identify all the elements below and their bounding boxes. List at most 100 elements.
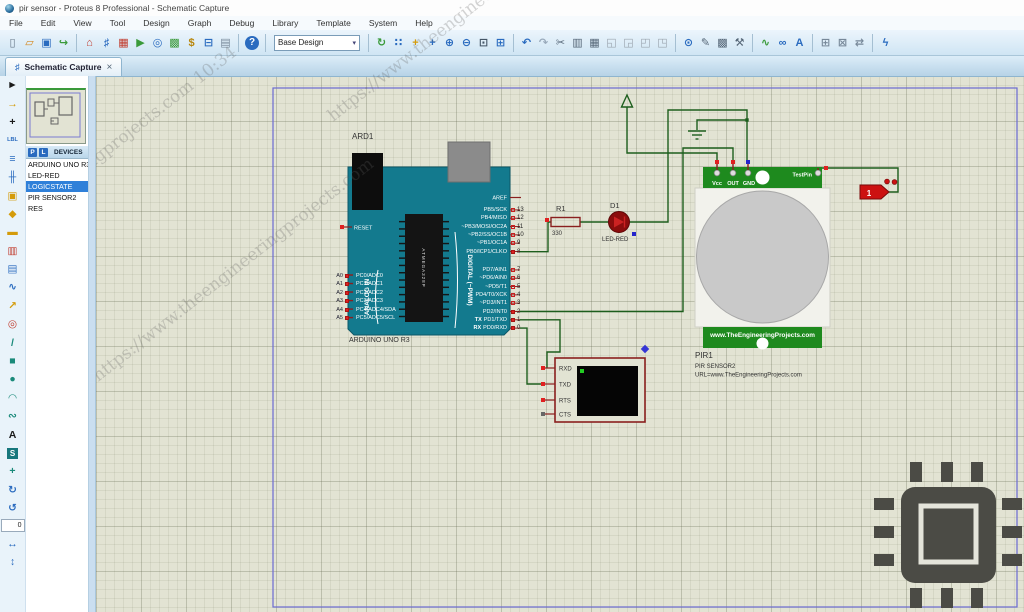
pick-devices-button[interactable]: P <box>28 148 37 157</box>
2d-line-mode-icon[interactable]: / <box>0 333 25 351</box>
pin-number-row[interactable]: 6 <box>511 274 537 282</box>
virtual-terminal-component[interactable]: RXD TXD RTS CTS <box>541 358 645 422</box>
tab-close-icon[interactable]: × <box>107 62 113 73</box>
panel-divider[interactable] <box>88 76 96 612</box>
new-sheet-icon[interactable]: ⊞ <box>817 33 834 52</box>
block-move-icon[interactable]: ◲ <box>620 33 637 52</box>
schematic-canvas[interactable]: ARD1 ARDUINO UNO R3 RESET AREF ANALOG IN… <box>96 76 1024 612</box>
goto-sheet-icon[interactable]: ⇄ <box>851 33 868 52</box>
device-list-item[interactable]: RES <box>26 203 88 214</box>
design-explorer-icon[interactable]: ◎ <box>149 33 166 52</box>
device-list-item[interactable]: PIR SENSOR2 <box>26 192 88 203</box>
logicstate-value[interactable]: 1 <box>867 189 872 198</box>
pin-number-row[interactable]: 13 <box>511 206 537 214</box>
menu-item[interactable]: Help <box>406 16 441 30</box>
pan-icon[interactable]: + <box>424 33 441 52</box>
pin-number-row[interactable]: 10 <box>511 231 537 239</box>
subcircuit-mode-icon[interactable]: ▣ <box>0 186 25 204</box>
toggle-grid-icon[interactable]: ∷ <box>390 33 407 52</box>
pin-number-row[interactable]: 12 <box>511 214 537 222</box>
2d-path-mode-icon[interactable]: ∾ <box>0 407 25 425</box>
combo-dropdown-icon[interactable]: ▾ <box>352 39 356 47</box>
block-delete-icon[interactable]: ◳ <box>654 33 671 52</box>
ground-terminal[interactable] <box>688 131 706 139</box>
text-script-mode-icon[interactable]: ≡ <box>0 150 25 168</box>
zoom-area-icon[interactable]: ⊡ <box>475 33 492 52</box>
help-icon[interactable]: ? <box>245 36 259 50</box>
analog-tag-row[interactable]: A0 <box>321 271 349 280</box>
3d-visualizer-icon[interactable]: ▶ <box>132 33 149 52</box>
analog-tag-row[interactable]: A3 <box>321 297 349 306</box>
generator-mode-icon[interactable]: ∿ <box>0 278 25 296</box>
electrical-rule-check-icon[interactable]: ⊟ <box>200 33 217 52</box>
paste-icon[interactable]: ▦ <box>586 33 603 52</box>
rotate-anticlockwise-icon[interactable]: ↺ <box>0 499 25 517</box>
menu-item[interactable]: Tool <box>101 16 135 30</box>
tab-schematic-capture[interactable]: ♯ Schematic Capture × <box>5 57 122 76</box>
power-terminal[interactable] <box>622 95 633 107</box>
rotate-clockwise-icon[interactable]: ↻ <box>0 481 25 499</box>
vertical-mirror-icon[interactable]: ↕ <box>0 553 25 571</box>
terminals-mode-icon[interactable]: ◆ <box>0 205 25 223</box>
pir-sensor-component[interactable]: Vcc OUT GND TestPin www.TheEngineeringPr… <box>695 160 830 379</box>
schematic-overview-thumbnail[interactable] <box>26 88 86 144</box>
menu-item[interactable]: Design <box>134 16 178 30</box>
block-rotate-icon[interactable]: ◰ <box>637 33 654 52</box>
remove-sheet-icon[interactable]: ⊠ <box>834 33 851 52</box>
project-home-icon[interactable]: ⌂ <box>81 33 98 52</box>
device-list-item[interactable]: LED-RED <box>26 170 88 181</box>
lightning-icon[interactable]: ϟ <box>877 33 894 52</box>
pick-device-icon[interactable]: ⊙ <box>680 33 697 52</box>
save-design-icon[interactable]: ▣ <box>38 33 55 52</box>
menu-item[interactable]: Graph <box>179 16 221 30</box>
pin-number-row[interactable]: 7 <box>511 266 537 274</box>
pin-number-row[interactable]: 8 <box>511 247 537 255</box>
copy-icon[interactable]: ▥ <box>569 33 586 52</box>
menu-item[interactable]: Template <box>307 16 360 30</box>
property-assignment-icon[interactable]: A <box>791 33 808 52</box>
pin-number-row[interactable]: 3 <box>511 299 537 307</box>
pin-number-row[interactable]: 4 <box>511 291 537 299</box>
tape-recorder-mode-icon[interactable]: ▤ <box>0 260 25 278</box>
open-design-icon[interactable]: ▱ <box>21 33 38 52</box>
schematic-capture-icon[interactable]: ♯ <box>98 33 115 52</box>
pin-number-row[interactable]: 2 <box>511 307 537 315</box>
make-device-icon[interactable]: ✎ <box>697 33 714 52</box>
redraw-icon[interactable]: ↻ <box>373 33 390 52</box>
device-list-item[interactable]: LOGICSTATE <box>26 181 88 192</box>
graph-mode-icon[interactable]: ▥ <box>0 242 25 260</box>
packaging-tool-icon[interactable]: ▩ <box>714 33 731 52</box>
zoom-page-icon[interactable]: ⊞ <box>492 33 509 52</box>
pin-number-row[interactable]: 1 <box>511 316 537 324</box>
design-notes-icon[interactable]: ▤ <box>217 33 234 52</box>
zoom-out-icon[interactable]: ⊖ <box>458 33 475 52</box>
undo-icon[interactable]: ↶ <box>518 33 535 52</box>
cut-icon[interactable]: ✂ <box>552 33 569 52</box>
2d-circle-mode-icon[interactable]: ● <box>0 370 25 388</box>
component-mode-icon[interactable]: → <box>0 94 25 112</box>
menu-item[interactable]: File <box>0 16 32 30</box>
origin-icon[interactable]: + <box>407 33 424 52</box>
pin-number-row[interactable]: 9 <box>511 239 537 247</box>
menu-item[interactable]: System <box>360 16 406 30</box>
zoom-in-icon[interactable]: ⊕ <box>441 33 458 52</box>
resistor-r1[interactable]: R1 330 <box>545 204 580 237</box>
gerber-viewer-icon[interactable]: ▩ <box>166 33 183 52</box>
2d-text-mode-icon[interactable]: A <box>0 425 25 443</box>
menu-item[interactable]: Debug <box>220 16 263 30</box>
wire-autorouter-icon[interactable]: ∿ <box>757 33 774 52</box>
design-selector-combo[interactable]: Base Design ▾ <box>274 35 360 51</box>
wire-power-vcc[interactable] <box>627 107 717 161</box>
bill-of-materials-icon[interactable]: $ <box>183 33 200 52</box>
library-manager-button[interactable]: L <box>39 148 48 157</box>
current-probe-mode-icon[interactable]: ◎ <box>0 315 25 333</box>
redo-icon[interactable]: ↷ <box>535 33 552 52</box>
menu-item[interactable]: Library <box>263 16 307 30</box>
device-list-item[interactable]: ARDUINO UNO R3 <box>26 159 88 170</box>
pin-number-row[interactable]: 11 <box>511 222 537 230</box>
analog-tag-row[interactable]: A4 <box>321 305 349 314</box>
analog-tag-row[interactable]: A2 <box>321 288 349 297</box>
new-design-icon[interactable]: ▯ <box>4 33 21 52</box>
horizontal-mirror-icon[interactable]: ↔ <box>0 534 25 552</box>
buses-mode-icon[interactable]: ╫ <box>0 168 25 186</box>
